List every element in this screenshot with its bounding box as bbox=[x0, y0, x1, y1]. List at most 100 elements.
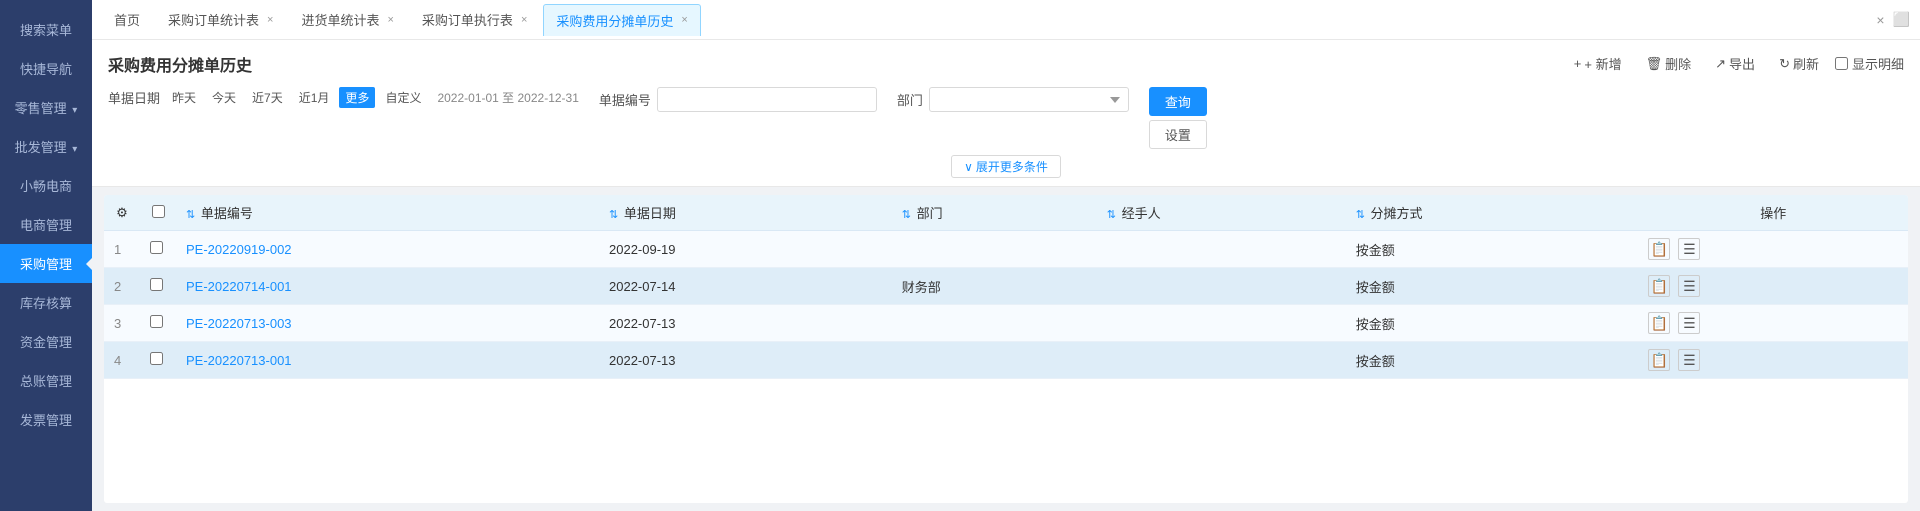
sidebar-item-wholesale[interactable]: 批发管理 ▾ bbox=[0, 127, 92, 166]
th-split-method[interactable]: ⇅ 分摊方式 bbox=[1346, 195, 1639, 231]
add-label: + 新增 bbox=[1584, 54, 1621, 73]
row-doc-no[interactable]: PE-20220714-001 bbox=[176, 268, 599, 305]
page-header: 采购费用分摊单历史 + + 新增 🗑 删除 ↗ 导出 ↻ 刷新 bbox=[92, 40, 1920, 187]
table-row: 3 PE-20220713-003 2022-07-13 按金额 📋 ☰ bbox=[104, 305, 1908, 342]
table-header-row: ⚙ ⇅ 单据编号 ⇅ 单据日期 ⇅ 部门 bbox=[104, 195, 1908, 231]
row-handler bbox=[1097, 305, 1346, 342]
row-doc-date: 2022-07-14 bbox=[599, 268, 892, 305]
row-actions: 📋 ☰ bbox=[1638, 342, 1908, 379]
delete-icon: 🗑 bbox=[1646, 56, 1663, 72]
edit-icon[interactable]: 📋 bbox=[1648, 238, 1670, 260]
sidebar-item-mini-shop[interactable]: 小畅电商 bbox=[0, 166, 92, 205]
sidebar-item-purchase[interactable]: 采购管理 bbox=[0, 244, 92, 283]
expand-conditions-row: ∨ 展开更多条件 bbox=[108, 155, 1904, 178]
table-body: 1 PE-20220919-002 2022-09-19 按金额 📋 ☰ 2 P… bbox=[104, 231, 1908, 379]
th-doc-date[interactable]: ⇅ 单据日期 bbox=[599, 195, 892, 231]
sidebar-item-label: 批发管理 bbox=[15, 140, 67, 155]
delete-label: 删除 bbox=[1665, 54, 1691, 73]
tab-home[interactable]: 首页 bbox=[102, 4, 152, 36]
show-cols-checkbox[interactable] bbox=[1835, 57, 1848, 70]
date-btn-today[interactable]: 今天 bbox=[206, 87, 242, 108]
row-doc-no[interactable]: PE-20220713-001 bbox=[176, 342, 599, 379]
close-icon[interactable]: × bbox=[681, 14, 687, 26]
th-dept[interactable]: ⇅ 部门 bbox=[892, 195, 1097, 231]
filter-doc-no-label: 单据编号 bbox=[599, 90, 651, 109]
export-button[interactable]: ↗ 导出 bbox=[1707, 50, 1763, 77]
filter-date: 单据日期 昨天 今天 近7天 近1月 更多 自定义 2022-01-01 至 2… bbox=[108, 87, 579, 108]
sidebar-item-label: 采购管理 bbox=[20, 257, 72, 272]
sidebar-item-search[interactable]: 搜索菜单 bbox=[0, 10, 92, 49]
tab-purchase-fee-history[interactable]: 采购费用分摊单历史 × bbox=[543, 4, 700, 36]
sidebar-item-label: 电商管理 bbox=[20, 218, 72, 233]
detail-icon[interactable]: ☰ bbox=[1678, 312, 1700, 334]
expand-conditions-button[interactable]: ∨ 展开更多条件 bbox=[951, 155, 1061, 178]
row-dept bbox=[892, 342, 1097, 379]
filter-dept-label: 部门 bbox=[897, 90, 923, 109]
sidebar-item-retail[interactable]: 零售管理 ▾ bbox=[0, 88, 92, 127]
close-icon[interactable]: × bbox=[387, 14, 393, 26]
th-checkbox[interactable] bbox=[140, 195, 176, 231]
settings-button[interactable]: 设置 bbox=[1149, 120, 1207, 149]
detail-icon[interactable]: ☰ bbox=[1678, 238, 1700, 260]
show-cols-toggle[interactable]: 显示明细 bbox=[1835, 54, 1904, 73]
filter-row: 单据日期 昨天 今天 近7天 近1月 更多 自定义 2022-01-01 至 2… bbox=[108, 87, 1904, 149]
tab-label: 进货单统计表 bbox=[301, 10, 379, 29]
date-btn-more[interactable]: 更多 bbox=[339, 87, 375, 108]
th-handler[interactable]: ⇅ 经手人 bbox=[1097, 195, 1346, 231]
date-btn-yesterday[interactable]: 昨天 bbox=[166, 87, 202, 108]
export-icon: ↗ bbox=[1715, 56, 1726, 72]
detail-icon[interactable]: ☰ bbox=[1678, 349, 1700, 371]
tab-label: 首页 bbox=[114, 10, 140, 29]
date-btn-7days[interactable]: 近7天 bbox=[246, 87, 289, 108]
sidebar-item-finance[interactable]: 资金管理 bbox=[0, 322, 92, 361]
th-action: 操作 bbox=[1638, 195, 1908, 231]
row-checkbox[interactable] bbox=[140, 305, 176, 342]
close-icon[interactable]: × bbox=[267, 14, 273, 26]
add-button[interactable]: + + 新增 bbox=[1566, 50, 1630, 77]
add-icon: + bbox=[1574, 56, 1582, 71]
row-doc-date: 2022-07-13 bbox=[599, 342, 892, 379]
sidebar-item-quick-nav[interactable]: 快捷导航 bbox=[0, 49, 92, 88]
tab-purchase-order-stats[interactable]: 采购订单统计表 × bbox=[156, 4, 285, 36]
sidebar-item-ecommerce[interactable]: 电商管理 bbox=[0, 205, 92, 244]
edit-icon[interactable]: 📋 bbox=[1648, 349, 1670, 371]
row-doc-no[interactable]: PE-20220919-002 bbox=[176, 231, 599, 268]
edit-icon[interactable]: 📋 bbox=[1648, 312, 1670, 334]
chevron-down-icon: ▾ bbox=[72, 105, 77, 116]
row-num: 2 bbox=[104, 268, 140, 305]
row-doc-no[interactable]: PE-20220713-003 bbox=[176, 305, 599, 342]
sort-icon: ⇅ bbox=[186, 209, 195, 221]
table-area: ⚙ ⇅ 单据编号 ⇅ 单据日期 ⇅ 部门 bbox=[104, 195, 1908, 503]
tab-label: 采购订单统计表 bbox=[168, 10, 259, 29]
row-checkbox[interactable] bbox=[140, 342, 176, 379]
restore-window-icon[interactable]: ⬜ bbox=[1893, 11, 1910, 28]
date-range-display: 2022-01-01 至 2022-12-31 bbox=[437, 89, 578, 106]
doc-no-input[interactable] bbox=[657, 87, 877, 112]
select-all-checkbox[interactable] bbox=[152, 205, 165, 218]
sidebar-item-invoice[interactable]: 发票管理 bbox=[0, 400, 92, 439]
detail-icon[interactable]: ☰ bbox=[1678, 275, 1700, 297]
close-icon[interactable]: × bbox=[521, 14, 527, 26]
sidebar: 搜索菜单 快捷导航 零售管理 ▾ 批发管理 ▾ 小畅电商 电商管理 采购管理 库… bbox=[0, 0, 92, 511]
sidebar-item-label: 小畅电商 bbox=[20, 179, 72, 194]
tab-purchase-goods-stats[interactable]: 进货单统计表 × bbox=[289, 4, 405, 36]
search-button[interactable]: 查询 bbox=[1149, 87, 1207, 116]
th-doc-no[interactable]: ⇅ 单据编号 bbox=[176, 195, 599, 231]
date-btn-1month[interactable]: 近1月 bbox=[293, 87, 336, 108]
row-handler bbox=[1097, 231, 1346, 268]
sidebar-item-label: 库存核算 bbox=[20, 296, 72, 311]
edit-icon[interactable]: 📋 bbox=[1648, 275, 1670, 297]
row-checkbox[interactable] bbox=[140, 268, 176, 305]
close-window-icon[interactable]: × bbox=[1876, 12, 1884, 28]
refresh-button[interactable]: ↻ 刷新 bbox=[1771, 50, 1827, 77]
th-settings[interactable]: ⚙ bbox=[104, 195, 140, 231]
sidebar-item-accounting[interactable]: 总账管理 bbox=[0, 361, 92, 400]
sidebar-item-inventory[interactable]: 库存核算 bbox=[0, 283, 92, 322]
row-split-method: 按金额 bbox=[1346, 342, 1639, 379]
table-row: 2 PE-20220714-001 2022-07-14 财务部 按金额 📋 ☰ bbox=[104, 268, 1908, 305]
row-checkbox[interactable] bbox=[140, 231, 176, 268]
tab-purchase-order-exec[interactable]: 采购订单执行表 × bbox=[410, 4, 539, 36]
delete-button[interactable]: 🗑 删除 bbox=[1638, 50, 1700, 77]
date-btn-custom[interactable]: 自定义 bbox=[379, 87, 427, 108]
dept-select[interactable]: 财务部 bbox=[929, 87, 1129, 112]
